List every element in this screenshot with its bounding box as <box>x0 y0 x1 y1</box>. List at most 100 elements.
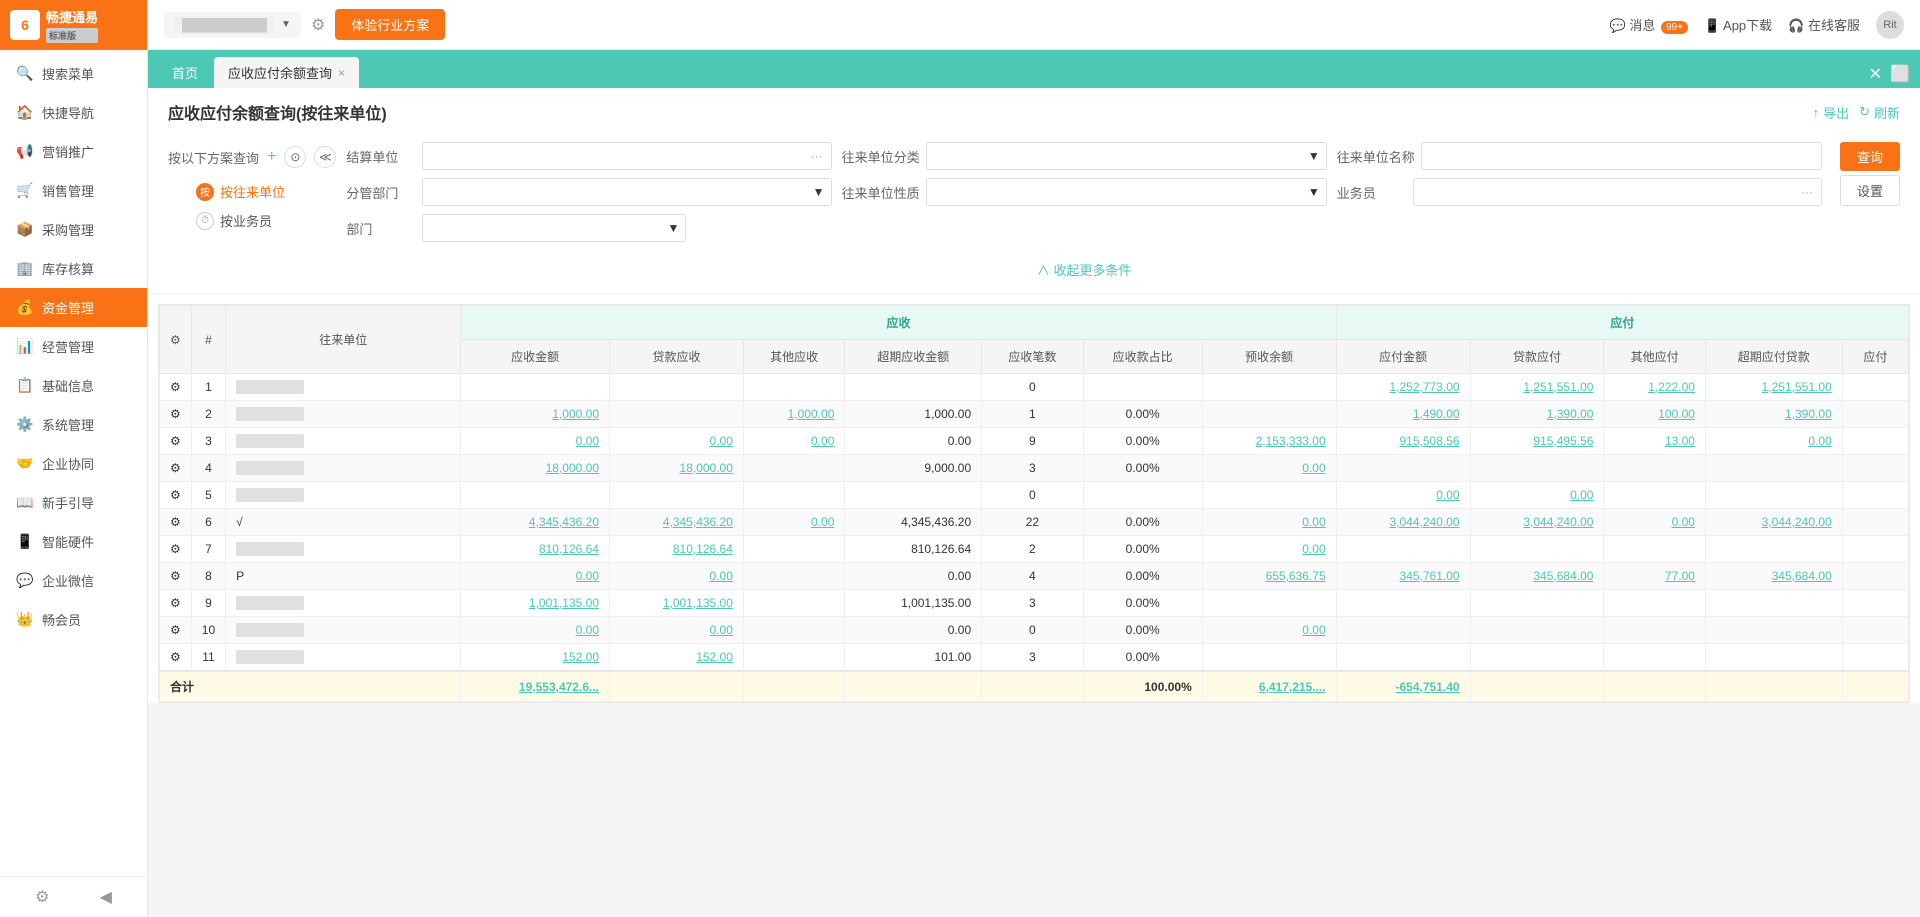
sidebar-item-capital[interactable]: 💰 资金管理 <box>0 288 147 327</box>
refresh-button[interactable]: ↻ 刷新 <box>1859 103 1900 122</box>
sidebar-label-inventory: 库存核算 <box>42 259 94 278</box>
filter-add-button[interactable]: + <box>267 148 276 166</box>
page-header: 应收应付余额查询(按往来单位) ↑ 导出 ↻ 刷新 <box>148 88 1920 132</box>
total-label: 合计 <box>160 671 461 702</box>
sidebar-item-wechat[interactable]: 💬 企业微信 <box>0 561 147 600</box>
top-bar-right: 💬 消息 99+ 📱 App下载 🎧 在线客服 Rit <box>1610 11 1904 39</box>
member-icon: 👑 <box>16 611 34 629</box>
sidebar-item-enterprise[interactable]: 🤝 企业协同 <box>0 444 147 483</box>
filter-field-department: 部门 ▼ <box>346 214 686 242</box>
sidebar-item-marketing[interactable]: 📢 营销推广 <box>0 132 147 171</box>
nav-salesman-label: 按业务员 <box>220 211 272 230</box>
data-table: ⚙ # 往来单位 应收 应付 应收金额 贷款应收 其他应收 超期应收金额 <box>159 305 1909 702</box>
dept-select[interactable]: ▼ <box>422 178 831 206</box>
unit-nature-select[interactable]: ▼ <box>926 178 1327 206</box>
messages-item[interactable]: 💬 消息 99+ <box>1610 15 1688 34</box>
total-ar-amount[interactable]: 19,553,472.6... <box>461 671 610 702</box>
sidebar-label-guide: 新手引导 <box>42 493 94 512</box>
col-ar-amount: 应收金额 <box>461 340 610 374</box>
unit-name-cell: ████████ <box>226 401 461 428</box>
tab-ar-ap-query[interactable]: 应收应付余额查询 × <box>214 57 359 88</box>
salesman-input[interactable]: ··· <box>1413 178 1822 206</box>
footer-settings-btn[interactable]: ⚙ <box>35 887 49 907</box>
filter-field-salesman: 业务员 ··· <box>1337 178 1822 206</box>
settlement-input[interactable]: ··· <box>422 142 831 170</box>
col-ap-overdue-loan: 超期应付贷款 <box>1705 340 1842 374</box>
query-button[interactable]: 查询 <box>1840 142 1900 171</box>
filter-nav-by-unit[interactable]: 按 按往来单位 <box>188 178 336 205</box>
filter-row-1: 结算单位 ··· 往来单位分类 ▼ <box>346 142 1822 170</box>
table-row: ⚙7████████810,126.64810,126.64810,126.64… <box>160 536 1909 563</box>
filter-scheme-btn1[interactable]: ⊙ <box>284 146 306 168</box>
online-service-item[interactable]: 🎧 在线客服 <box>1788 15 1860 34</box>
inventory-icon: 🏢 <box>16 260 34 278</box>
sidebar-item-search[interactable]: 🔍 搜索菜单 <box>0 54 147 93</box>
app-download-item[interactable]: 📱 App下载 <box>1704 15 1772 34</box>
sidebar-item-guide[interactable]: 📖 新手引导 <box>0 483 147 522</box>
total-ap-amount[interactable]: -654,751.40 <box>1336 671 1470 702</box>
filter-scheme-btn2[interactable]: ≪ <box>314 146 336 168</box>
filter-field-settlement: 结算单位 ··· <box>346 142 831 170</box>
filter-nav-by-salesman[interactable]: ⏱ 按业务员 <box>188 207 336 234</box>
nav-unit-label: 按往来单位 <box>220 182 285 201</box>
guide-icon: 📖 <box>16 494 34 512</box>
unit-name-cell: ████████ <box>226 482 461 509</box>
department-label: 部门 <box>346 219 416 238</box>
window-expand-btn[interactable]: ⬜ <box>1890 64 1910 84</box>
total-ap-loan <box>1470 671 1604 702</box>
filter-settings-button[interactable]: 设置 <box>1840 175 1900 206</box>
sidebar-item-purchase[interactable]: 📦 采购管理 <box>0 210 147 249</box>
sidebar-item-operation[interactable]: 📊 经营管理 <box>0 327 147 366</box>
settlement-dots: ··· <box>811 149 823 163</box>
total-ar-loan <box>610 671 744 702</box>
chevron-down-icon: ▼ <box>281 19 291 30</box>
unit-name-cell: P <box>226 563 461 590</box>
filter-nav: 按 按往来单位 ⏱ 按业务员 <box>188 178 336 234</box>
trial-button[interactable]: 体验行业方案 <box>335 9 445 40</box>
sidebar-label-quicknav: 快捷导航 <box>42 103 94 122</box>
collapse-button[interactable]: ∧ 收起更多条件 <box>1033 256 1136 283</box>
home-icon: 🏠 <box>16 104 34 122</box>
table-row: ⚙4████████18,000.0018,000.009,000.0030.0… <box>160 455 1909 482</box>
page-title: 应收应付余额查询(按往来单位) <box>168 100 387 124</box>
company-selector[interactable]: ██████████ ▼ <box>164 12 301 38</box>
tab-home[interactable]: 首页 <box>158 57 212 88</box>
sales-icon: 🛒 <box>16 182 34 200</box>
unit-name-input[interactable] <box>1421 142 1822 170</box>
salesman-label: 业务员 <box>1337 183 1407 202</box>
sidebar-item-hardware[interactable]: 📱 智能硬件 <box>0 522 147 561</box>
logo-name: 畅捷通易 <box>46 7 98 26</box>
total-prepaid[interactable]: 6,417,215.... <box>1202 671 1336 702</box>
sidebar-label-hardware: 智能硬件 <box>42 532 94 551</box>
total-ap-tail <box>1842 671 1908 702</box>
sidebar-item-basic[interactable]: 📋 基础信息 <box>0 366 147 405</box>
user-avatar[interactable]: Rit <box>1876 11 1904 39</box>
marketing-icon: 📢 <box>16 143 34 161</box>
table-row: ⚙3████████0.000.000.000.0090.00%2,153,33… <box>160 428 1909 455</box>
sidebar-item-system[interactable]: ⚙️ 系统管理 <box>0 405 147 444</box>
export-icon: ↑ <box>1813 105 1820 120</box>
col-group-ap-header: 应付 <box>1336 306 1908 340</box>
sidebar-item-member[interactable]: 👑 畅会员 <box>0 600 147 639</box>
col-settings-header: ⚙ <box>160 306 192 374</box>
logo-icon: 6 <box>10 10 40 40</box>
col-ar-count: 应收笔数 <box>982 340 1083 374</box>
sidebar-item-sales[interactable]: 🛒 销售管理 <box>0 171 147 210</box>
table-row: ⚙1████████01,252,773.001,251,551.001,222… <box>160 374 1909 401</box>
tab-close-btn[interactable]: × <box>338 66 345 80</box>
unit-category-select[interactable]: ▼ <box>926 142 1327 170</box>
col-unit-name-header: 往来单位 <box>226 306 461 374</box>
sidebar-label-system: 系统管理 <box>42 415 94 434</box>
sidebar-item-quicknav[interactable]: 🏠 快捷导航 <box>0 93 147 132</box>
capital-icon: 💰 <box>16 299 34 317</box>
sidebar-item-inventory[interactable]: 🏢 库存核算 <box>0 249 147 288</box>
footer-collapse-btn[interactable]: ◀ <box>100 887 112 907</box>
table-row: ⚙6√4,345,436.204,345,436.200.004,345,436… <box>160 509 1909 536</box>
department-select[interactable]: ▼ <box>422 214 686 242</box>
sidebar-footer: ⚙ ◀ <box>0 876 147 917</box>
search-icon: 🔍 <box>16 65 34 83</box>
export-button[interactable]: ↑ 导出 <box>1813 103 1850 122</box>
filter-collapse-row: ∧ 收起更多条件 <box>346 250 1822 287</box>
topbar-settings-icon[interactable]: ⚙ <box>311 15 325 35</box>
window-close-btn[interactable]: ✕ <box>1869 64 1882 84</box>
